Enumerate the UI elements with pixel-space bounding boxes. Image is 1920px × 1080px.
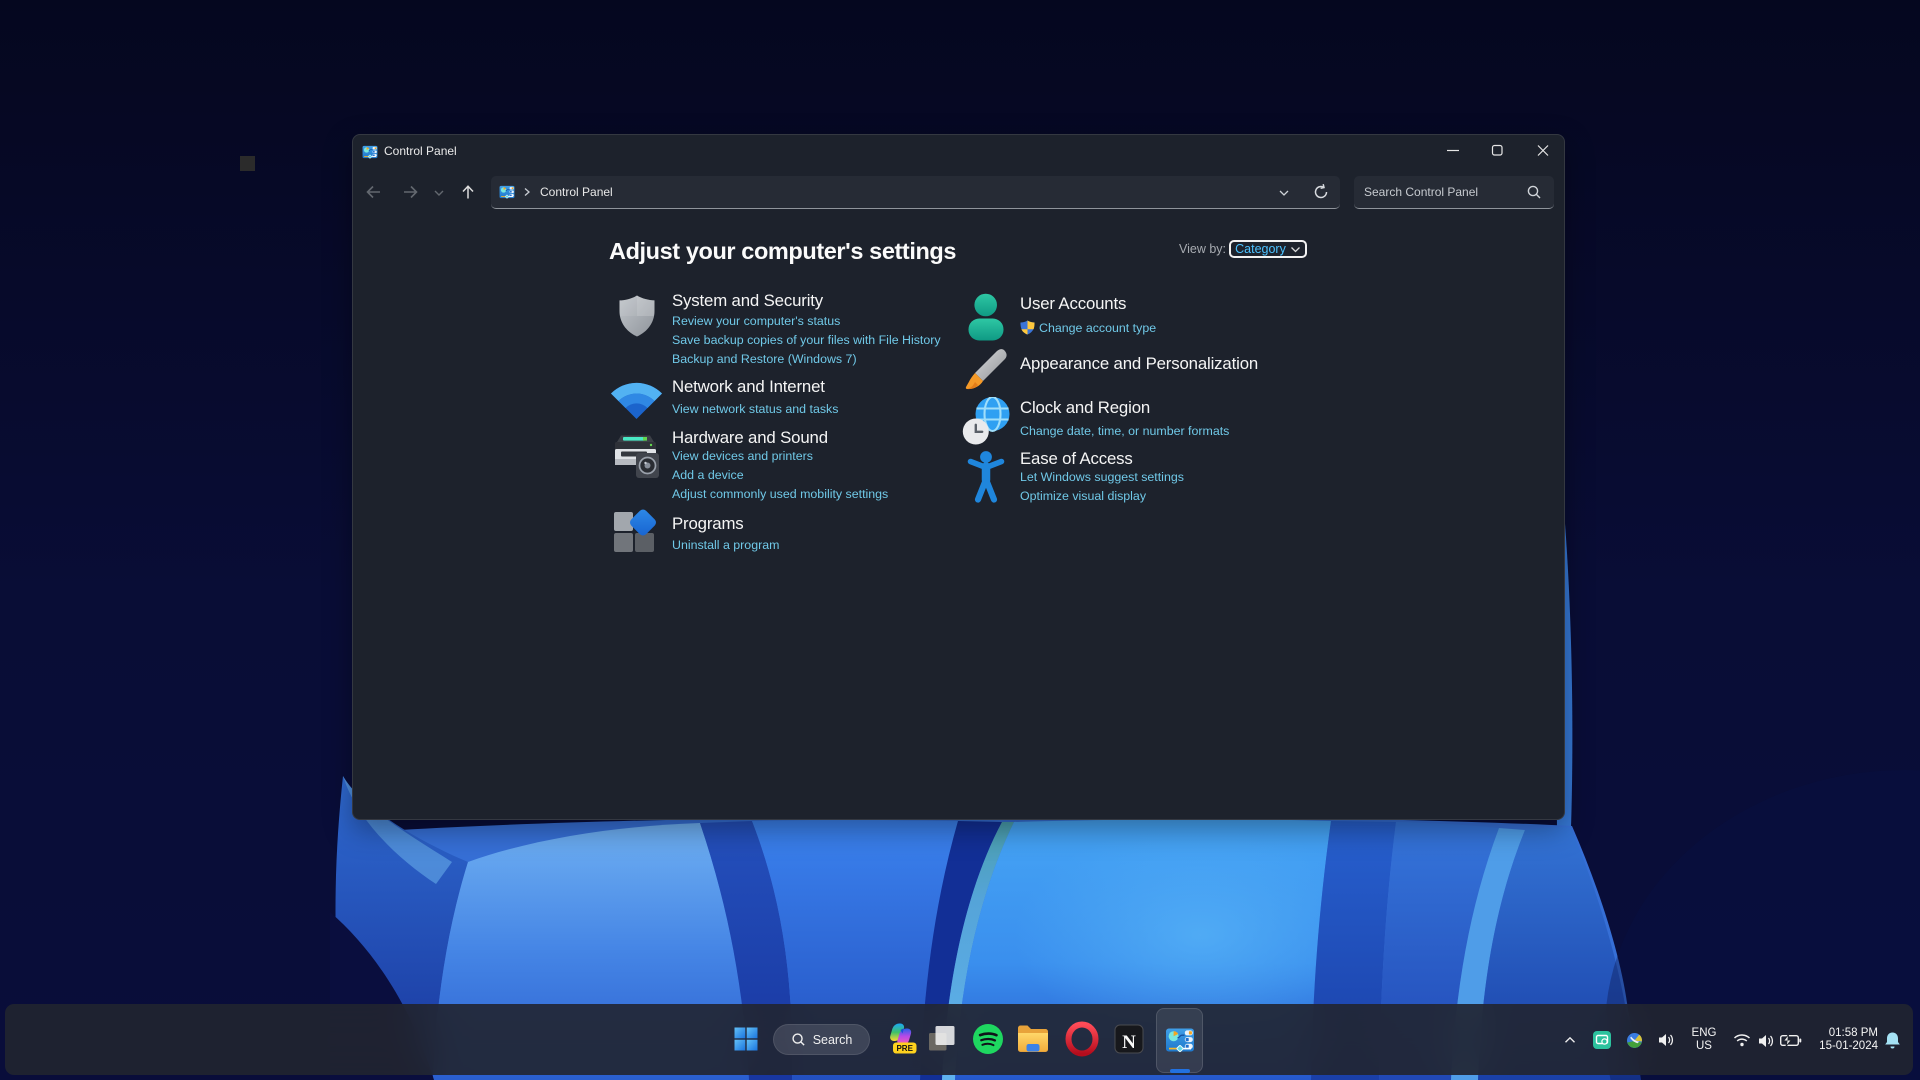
svg-text:N: N <box>1122 1032 1136 1053</box>
svg-text:PRE: PRE <box>896 1044 913 1053</box>
